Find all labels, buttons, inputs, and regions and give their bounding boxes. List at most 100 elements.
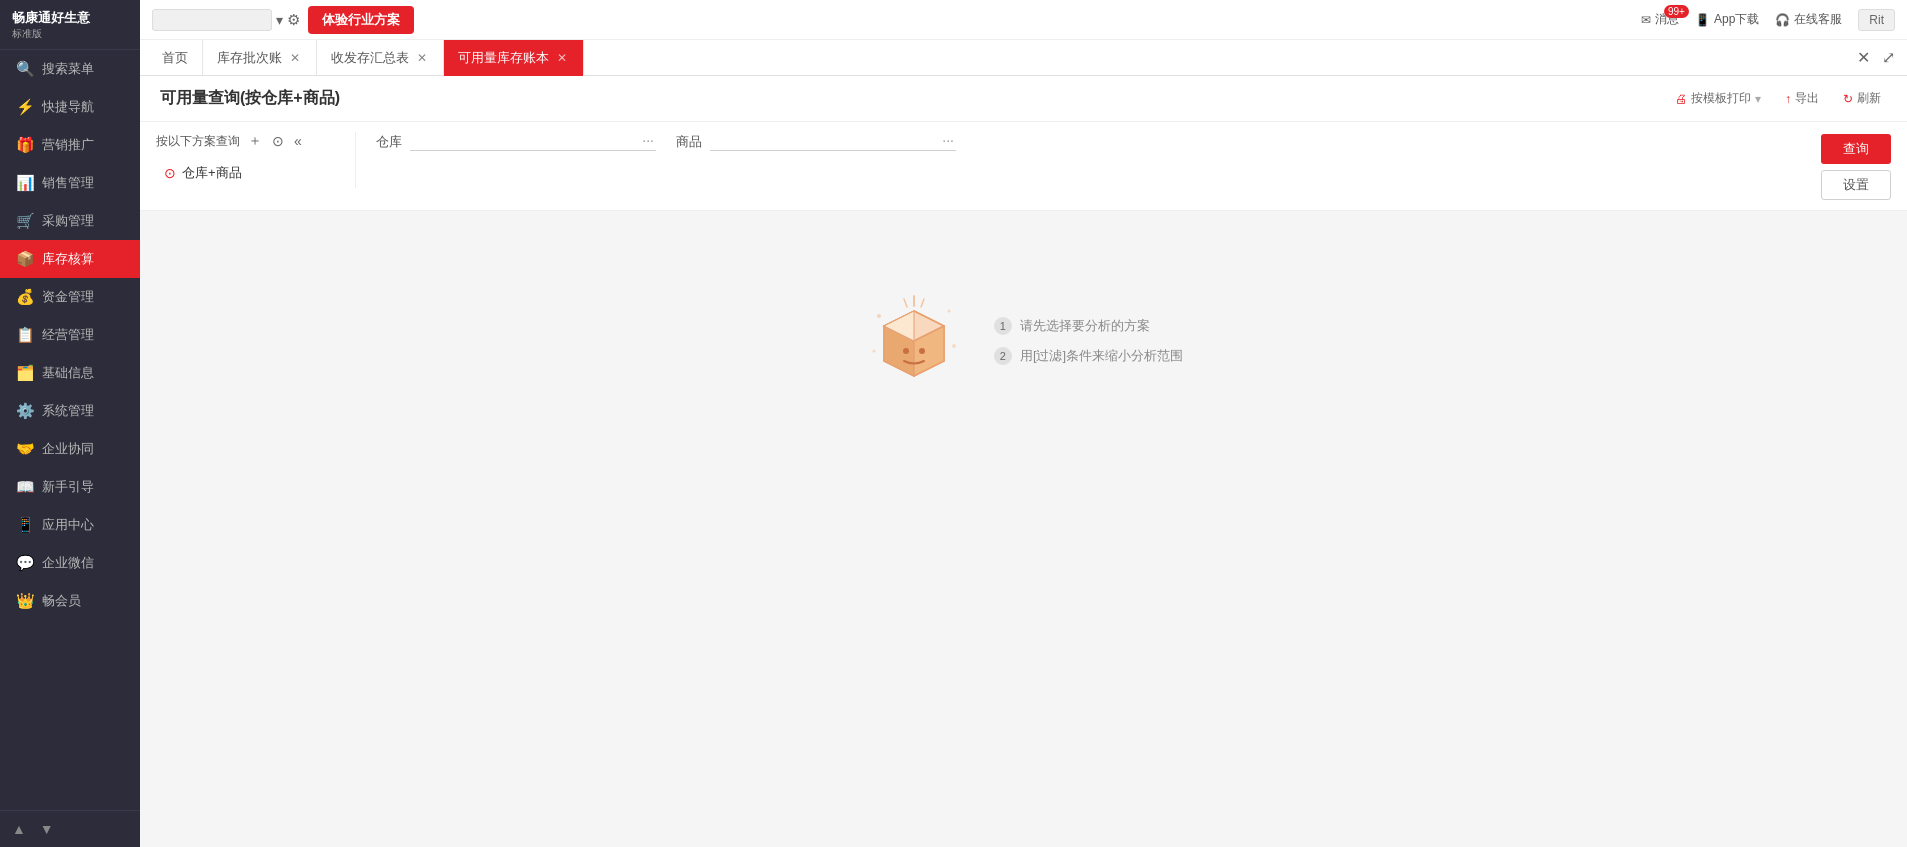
sidebar-item-search[interactable]: 🔍 搜索菜单 (0, 50, 140, 88)
tab-batch-ledger[interactable]: 库存批次账 ✕ (203, 40, 317, 76)
scheme-collapse-button[interactable]: « (292, 133, 304, 149)
tab-home[interactable]: 首页 (148, 40, 203, 76)
hint-num-2: 2 (994, 347, 1012, 365)
sidebar-item-system[interactable]: ⚙️ 系统管理 (0, 392, 140, 430)
sidebar-item-shortcut[interactable]: ⚡ 快捷导航 (0, 88, 140, 126)
app-download-button[interactable]: 📱 App下载 (1695, 11, 1759, 28)
topbar-search-input[interactable] (152, 9, 272, 31)
sidebar-item-label: 经营管理 (42, 326, 94, 344)
query-button[interactable]: 查询 (1821, 134, 1891, 164)
filter-area: 仓库 ··· 商品 ··· (356, 132, 1821, 151)
scheme-item-warehouse-product[interactable]: ⊙ 仓库+商品 (156, 158, 343, 188)
service-label: 在线客服 (1794, 11, 1842, 28)
sidebar-item-label: 畅会员 (42, 592, 81, 610)
user-area[interactable]: Rit (1858, 9, 1895, 31)
sidebar-item-marketing[interactable]: 🎁 营销推广 (0, 126, 140, 164)
topbar-right: ✉ 消息 99+ 📱 App下载 🎧 在线客服 Rit (1641, 9, 1895, 31)
tab-close-button[interactable]: ✕ (1853, 46, 1874, 69)
print-button[interactable]: 🖨 按模板打印 ▾ (1669, 86, 1767, 111)
scheme-header: 按以下方案查询 ＋ ⊙ « (156, 132, 343, 150)
sidebar-item-operations[interactable]: 📋 经营管理 (0, 316, 140, 354)
svg-line-12 (921, 299, 924, 307)
sidebar-item-member[interactable]: 👑 畅会员 (0, 582, 140, 620)
filter-product-input[interactable] (710, 133, 936, 148)
filter-warehouse-more-button[interactable]: ··· (640, 132, 656, 148)
page-actions: 🖨 按模板打印 ▾ ↑ 导出 ↻ 刷新 (1669, 86, 1887, 111)
sidebar: 畅康通好生意 标准版 🔍 搜索菜单 ⚡ 快捷导航 🎁 营销推广 📊 销售管理 🛒… (0, 0, 140, 847)
refresh-button[interactable]: ↻ 刷新 (1837, 86, 1887, 111)
topbar-gear-button[interactable]: ⚙ (287, 11, 300, 29)
export-button[interactable]: ↑ 导出 (1779, 86, 1825, 111)
tab-receive-summary[interactable]: 收发存汇总表 ✕ (317, 40, 444, 76)
sidebar-item-appcenter[interactable]: 📱 应用中心 (0, 506, 140, 544)
scroll-up-button[interactable]: ▲ (8, 819, 30, 839)
sidebar-item-label: 采购管理 (42, 212, 94, 230)
export-label: 导出 (1795, 90, 1819, 107)
sidebar-item-wechat[interactable]: 💬 企业微信 (0, 544, 140, 582)
svg-point-7 (877, 314, 881, 318)
purchase-icon: 🛒 (16, 212, 34, 230)
sidebar-item-label: 企业微信 (42, 554, 94, 572)
marketing-icon: 🎁 (16, 136, 34, 154)
service-button[interactable]: 🎧 在线客服 (1775, 11, 1842, 28)
scheme-panel: 按以下方案查询 ＋ ⊙ « ⊙ 仓库+商品 (156, 132, 356, 188)
filter-warehouse-input[interactable] (410, 133, 636, 148)
tab-batch-ledger-label: 库存批次账 (217, 49, 282, 67)
refresh-icon: ↻ (1843, 92, 1853, 106)
sidebar-item-enterprise[interactable]: 🤝 企业协同 (0, 430, 140, 468)
operations-icon: 📋 (16, 326, 34, 344)
tab-available-ledger[interactable]: 可用量库存账本 ✕ (444, 40, 584, 76)
sidebar-item-label: 搜索菜单 (42, 60, 94, 78)
tab-expand-button[interactable]: ⤢ (1878, 46, 1899, 69)
message-badge: 99+ (1664, 5, 1689, 18)
sidebar-item-purchase[interactable]: 🛒 采购管理 (0, 202, 140, 240)
scheme-add-button[interactable]: ＋ (246, 132, 264, 150)
tab-available-ledger-close[interactable]: ✕ (555, 51, 569, 65)
print-icon: 🖨 (1675, 92, 1687, 106)
topbar-dropdown-button[interactable]: ▾ (276, 12, 283, 28)
tab-available-ledger-label: 可用量库存账本 (458, 49, 549, 67)
appcenter-icon: 📱 (16, 516, 34, 534)
filter-product-more-button[interactable]: ··· (940, 132, 956, 148)
refresh-label: 刷新 (1857, 90, 1881, 107)
app-icon: 📱 (1695, 13, 1710, 27)
query-section: 按以下方案查询 ＋ ⊙ « ⊙ 仓库+商品 仓库 ··· (140, 122, 1907, 211)
sales-icon: 📊 (16, 174, 34, 192)
sidebar-item-basic[interactable]: 🗂️ 基础信息 (0, 354, 140, 392)
system-icon: ⚙️ (16, 402, 34, 420)
filter-warehouse: 仓库 ··· (376, 132, 656, 151)
sidebar-item-label: 营销推广 (42, 136, 94, 154)
svg-point-10 (872, 350, 875, 353)
scheme-settings-button[interactable]: ⊙ (270, 133, 286, 149)
sidebar-footer[interactable]: ▲ ▼ (0, 810, 140, 847)
filter-warehouse-input-wrap: ··· (410, 132, 656, 151)
sidebar-item-label: 资金管理 (42, 288, 94, 306)
empty-hints: 1 请先选择要分析的方案 2 用[过滤]条件来缩小分析范围 (994, 317, 1183, 365)
basic-icon: 🗂️ (16, 364, 34, 382)
sidebar-item-newuser[interactable]: 📖 新手引导 (0, 468, 140, 506)
trial-button[interactable]: 体验行业方案 (308, 6, 414, 34)
hint-text-1: 请先选择要分析的方案 (1020, 317, 1150, 335)
settings-button[interactable]: 设置 (1821, 170, 1891, 200)
message-button[interactable]: ✉ 消息 99+ (1641, 11, 1679, 28)
svg-point-8 (947, 310, 950, 313)
svg-point-9 (952, 344, 956, 348)
empty-state-content: 1 请先选择要分析的方案 2 用[过滤]条件来缩小分析范围 (864, 291, 1183, 391)
service-icon: 🎧 (1775, 13, 1790, 27)
hint-num-1: 1 (994, 317, 1012, 335)
tabs-controls: ✕ ⤢ (1853, 46, 1907, 69)
sidebar-item-label: 库存核算 (42, 250, 94, 268)
export-icon: ↑ (1785, 92, 1791, 106)
sidebar-header: 畅康通好生意 标准版 (0, 0, 140, 50)
scheme-item-icon: ⊙ (164, 165, 176, 181)
page-header: 可用量查询(按仓库+商品) 🖨 按模板打印 ▾ ↑ 导出 ↻ 刷新 (140, 76, 1907, 122)
sidebar-item-sales[interactable]: 📊 销售管理 (0, 164, 140, 202)
scroll-down-button[interactable]: ▼ (36, 819, 58, 839)
tab-batch-ledger-close[interactable]: ✕ (288, 51, 302, 65)
sidebar-item-inventory[interactable]: 📦 库存核算 (0, 240, 140, 278)
search-icon: 🔍 (16, 60, 34, 78)
brand-edition: 标准版 (12, 27, 128, 41)
sidebar-item-finance[interactable]: 💰 资金管理 (0, 278, 140, 316)
tab-receive-summary-close[interactable]: ✕ (415, 51, 429, 65)
empty-state: 1 请先选择要分析的方案 2 用[过滤]条件来缩小分析范围 (140, 211, 1907, 471)
